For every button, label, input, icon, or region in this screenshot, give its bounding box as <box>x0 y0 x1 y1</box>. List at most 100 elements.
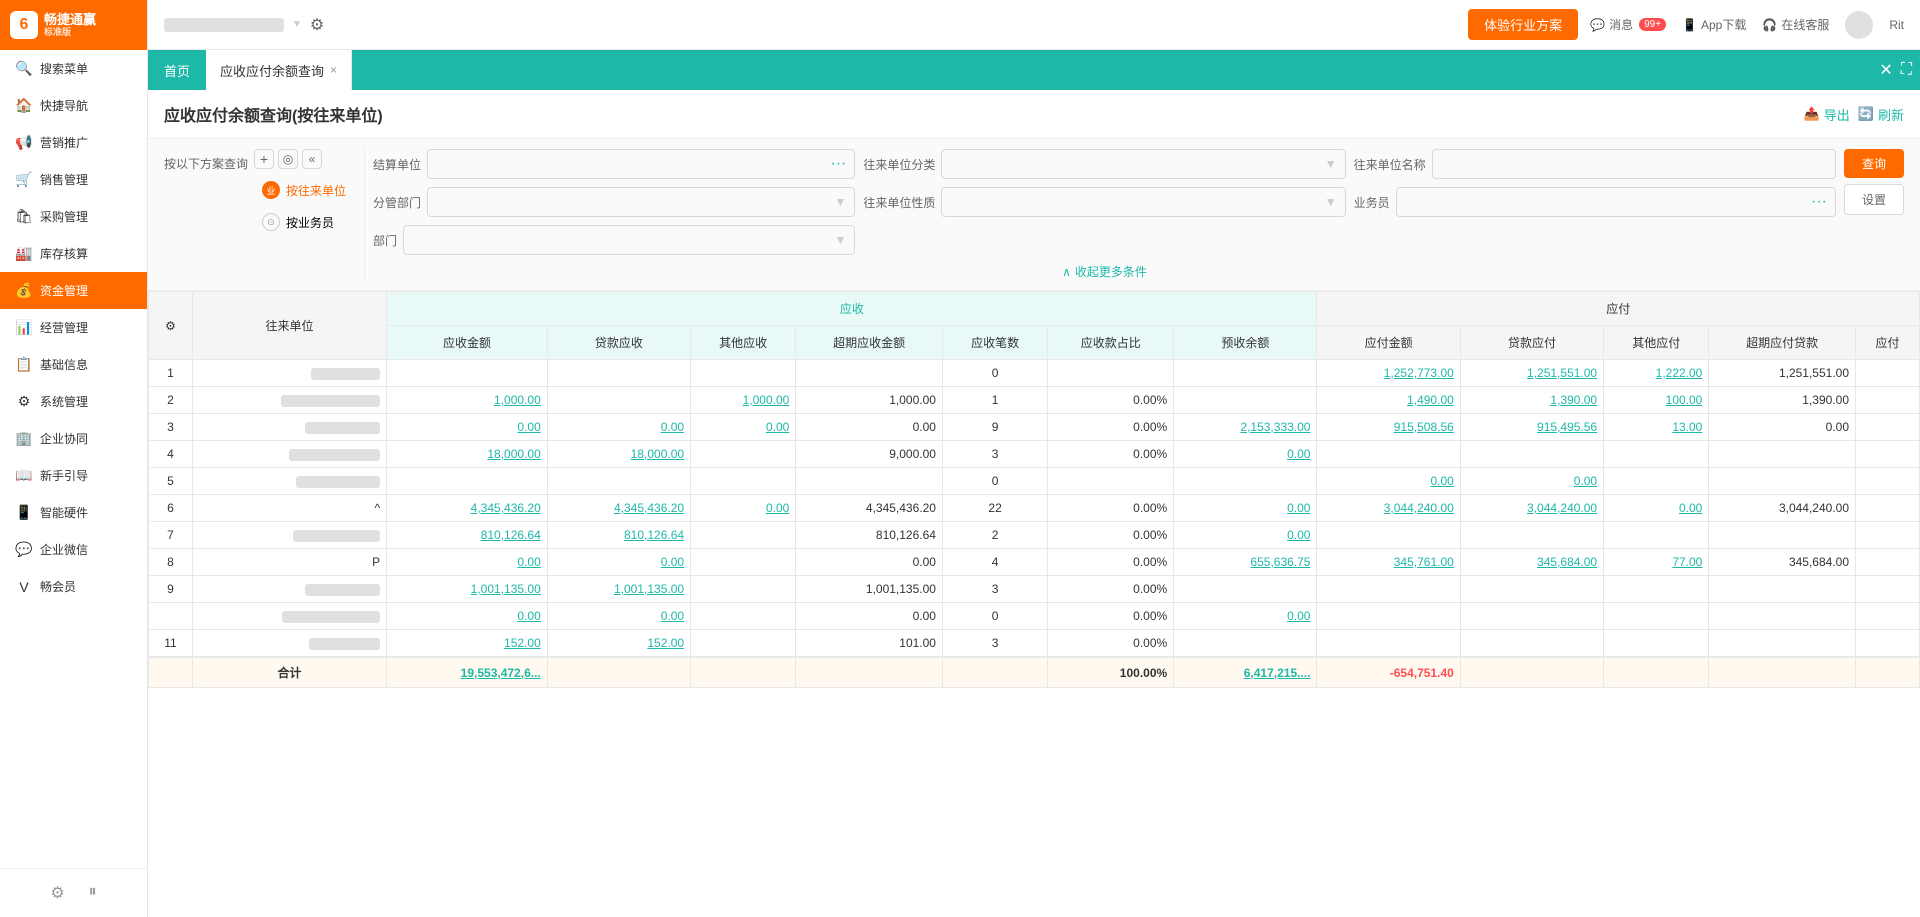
table-row: 91,001,135.001,001,135.001,001,135.0030.… <box>149 576 1920 603</box>
logo-icon: 6 <box>10 11 38 39</box>
th-qita-yingfu: 其他应付 <box>1604 326 1709 360</box>
notification-btn[interactable]: 💬 消息 99+ <box>1590 16 1666 33</box>
field-partner-category: 往来单位分类 ▼ <box>863 149 1345 179</box>
table-row: 11152.00152.00101.0030.00% <box>149 630 1920 658</box>
download-icon: 📱 <box>1682 18 1697 32</box>
top-header: ▼ ⚙ 体验行业方案 💬 消息 99+ 📱 App下载 🎧 在线客服 Rit <box>148 0 1920 50</box>
tab-home[interactable]: 首页 <box>148 50 206 90</box>
th-daikuan-yingfu: 贷款应付 <box>1460 326 1603 360</box>
table-row: 8P0.000.000.0040.00%655,636.75345,761.00… <box>149 549 1920 576</box>
search-icon: 🔍 <box>16 61 32 77</box>
sidebar-item-sales[interactable]: 🛒 销售管理 <box>0 161 147 198</box>
more-scheme-btn[interactable]: « <box>302 149 322 169</box>
notification-icon: 💬 <box>1590 18 1605 32</box>
solution-btn[interactable]: 体验行业方案 <box>1468 9 1578 40</box>
tab-active[interactable]: 应收应付余额查询 × <box>206 50 352 90</box>
tab-bar: 首页 应收应付余额查询 × ✕ ⛶ <box>148 50 1920 90</box>
main-area: ▼ ⚙ 体验行业方案 💬 消息 99+ 📱 App下载 🎧 在线客服 Rit 首… <box>148 0 1920 917</box>
sidebar-item-inventory[interactable]: 🏭 库存核算 <box>0 235 147 272</box>
refresh-btn[interactable]: 🔄 刷新 <box>1858 105 1904 124</box>
app-download-label: App下载 <box>1701 16 1746 33</box>
sidebar-item-shortcut[interactable]: 🏠 快捷导航 <box>0 87 147 124</box>
th-settings[interactable]: ⚙ <box>149 292 193 360</box>
partner-nature-label: 往来单位性质 <box>863 194 935 211</box>
jiesuan-input[interactable]: ··· <box>427 149 855 179</box>
query-btn[interactable]: 查询 <box>1844 149 1904 178</box>
dept-select[interactable]: ▼ <box>427 187 855 217</box>
sidebar-item-search[interactable]: 🔍 搜索菜单 <box>0 50 147 87</box>
table-container: ⚙ 往来单位 应收 应付 应收金额 贷款应收 其他应收 超期应收金额 应收笔数 … <box>148 291 1920 917</box>
collapse-sidebar-btn[interactable]: ⏸ <box>79 877 107 909</box>
notification-label: 消息 <box>1609 16 1633 33</box>
sidebar-item-vip[interactable]: V 畅会员 <box>0 568 147 605</box>
th-chaoqi-yingfu: 超期应付贷款 <box>1709 326 1856 360</box>
th-yingshou-ratio: 应收款占比 <box>1048 326 1174 360</box>
hardware-icon: 📱 <box>16 505 32 521</box>
th-receivable-group: 应收 <box>387 292 1317 326</box>
th-yingfu-tail: 应付 <box>1856 326 1920 360</box>
table-row: 6^4,345,436.204,345,436.200.004,345,436.… <box>149 495 1920 522</box>
collapse-btn[interactable]: ∧ 收起更多条件 <box>1062 263 1147 280</box>
avatar[interactable] <box>1845 11 1873 39</box>
edit-scheme-btn[interactable]: ◎ <box>278 149 298 169</box>
query-option-salesman[interactable]: ⊙ 按业务员 <box>254 207 354 237</box>
partner-name-input[interactable] <box>1432 149 1836 179</box>
query-option-partner[interactable]: 业 按往来单位 <box>254 175 354 205</box>
table-row: 0.000.000.0000.00%0.00 <box>149 603 1920 630</box>
sidebar-item-hardware[interactable]: 📱 智能硬件 <box>0 494 147 531</box>
tab-expand-icon[interactable]: ⛶ <box>1901 61 1912 79</box>
th-payable-group: 应付 <box>1317 292 1920 326</box>
table-row: 21,000.001,000.001,000.0010.00%1,490.001… <box>149 387 1920 414</box>
footer-yushou[interactable]: 6,417,215.... <box>1174 657 1317 688</box>
guide-icon: 📖 <box>16 468 32 484</box>
sidebar-item-finance[interactable]: 💰 资金管理 <box>0 272 147 309</box>
field-partner-nature: 往来单位性质 ▼ <box>863 187 1345 217</box>
partner-nature-select[interactable]: ▼ <box>941 187 1345 217</box>
settings-btn[interactable]: 设置 <box>1844 184 1904 215</box>
add-scheme-btn[interactable]: + <box>254 149 274 169</box>
sidebar-item-wechat[interactable]: 💬 企业微信 <box>0 531 147 568</box>
sidebar-item-label: 搜索菜单 <box>40 60 88 77</box>
tab-close-window-icon[interactable]: ✕ <box>1879 60 1892 80</box>
tab-bar-right: ✕ ⛶ <box>1879 60 1920 80</box>
partner-cell <box>192 441 386 468</box>
online-service-btn[interactable]: 🎧 在线客服 <box>1762 16 1829 33</box>
sidebar-item-label: 企业协同 <box>40 430 88 447</box>
bu-dept-chevron: ▼ <box>834 233 846 247</box>
sidebar-item-purchase[interactable]: 🛍 采购管理 <box>0 198 147 235</box>
bu-dept-label: 部门 <box>373 232 397 249</box>
th-yingfu-amount: 应付金额 <box>1317 326 1460 360</box>
sidebar-item-enterprise[interactable]: 🏢 企业协同 <box>0 420 147 457</box>
user-name: Rit <box>1889 18 1904 32</box>
partner-cell <box>192 360 386 387</box>
table-row: 500.000.00 <box>149 468 1920 495</box>
field-dept: 分管部门 ▼ <box>373 187 855 217</box>
field-partner-name: 往来单位名称 <box>1354 149 1836 179</box>
bu-dept-select[interactable]: ▼ <box>403 225 855 255</box>
tab-close-btn[interactable]: × <box>330 63 337 77</box>
sidebar-item-marketing[interactable]: 📢 营销推广 <box>0 124 147 161</box>
sidebar-item-base[interactable]: 📋 基础信息 <box>0 346 147 383</box>
sidebar-bottom: ⚙ ⏸ <box>0 868 147 917</box>
footer-yingshou[interactable]: 19,553,472,6... <box>387 657 548 688</box>
th-daikuan-yingshou: 贷款应收 <box>547 326 690 360</box>
page-inner: 应收应付余额查询(按往来单位) 📤 导出 🔄 刷新 按以下方案查询 + <box>148 90 1920 917</box>
partner-cat-select[interactable]: ▼ <box>941 149 1345 179</box>
settings-bottom-btn[interactable]: ⚙ <box>40 877 74 909</box>
export-icon: 📤 <box>1804 106 1820 122</box>
sidebar-item-label: 系统管理 <box>40 393 88 410</box>
sidebar-item-system[interactable]: ⚙ 系统管理 <box>0 383 147 420</box>
table-row: 101,252,773.001,251,551.001,222.001,251,… <box>149 360 1920 387</box>
partner-cell: ^ <box>192 495 386 522</box>
table-row: 7810,126.64810,126.64810,126.6420.00%0.0… <box>149 522 1920 549</box>
salesman-input[interactable]: ··· <box>1396 187 1836 217</box>
app-download-btn[interactable]: 📱 App下载 <box>1682 16 1746 33</box>
jiesuan-label: 结算单位 <box>373 156 421 173</box>
export-btn[interactable]: 📤 导出 <box>1804 105 1850 124</box>
sidebar-item-operation[interactable]: 📊 经营管理 <box>0 309 147 346</box>
header-settings-icon[interactable]: ⚙ <box>310 15 324 35</box>
partner-cell <box>192 522 386 549</box>
sidebar-item-guide[interactable]: 📖 新手引导 <box>0 457 147 494</box>
header-right: 💬 消息 99+ 📱 App下载 🎧 在线客服 Rit <box>1590 11 1904 39</box>
partner-cell <box>192 576 386 603</box>
